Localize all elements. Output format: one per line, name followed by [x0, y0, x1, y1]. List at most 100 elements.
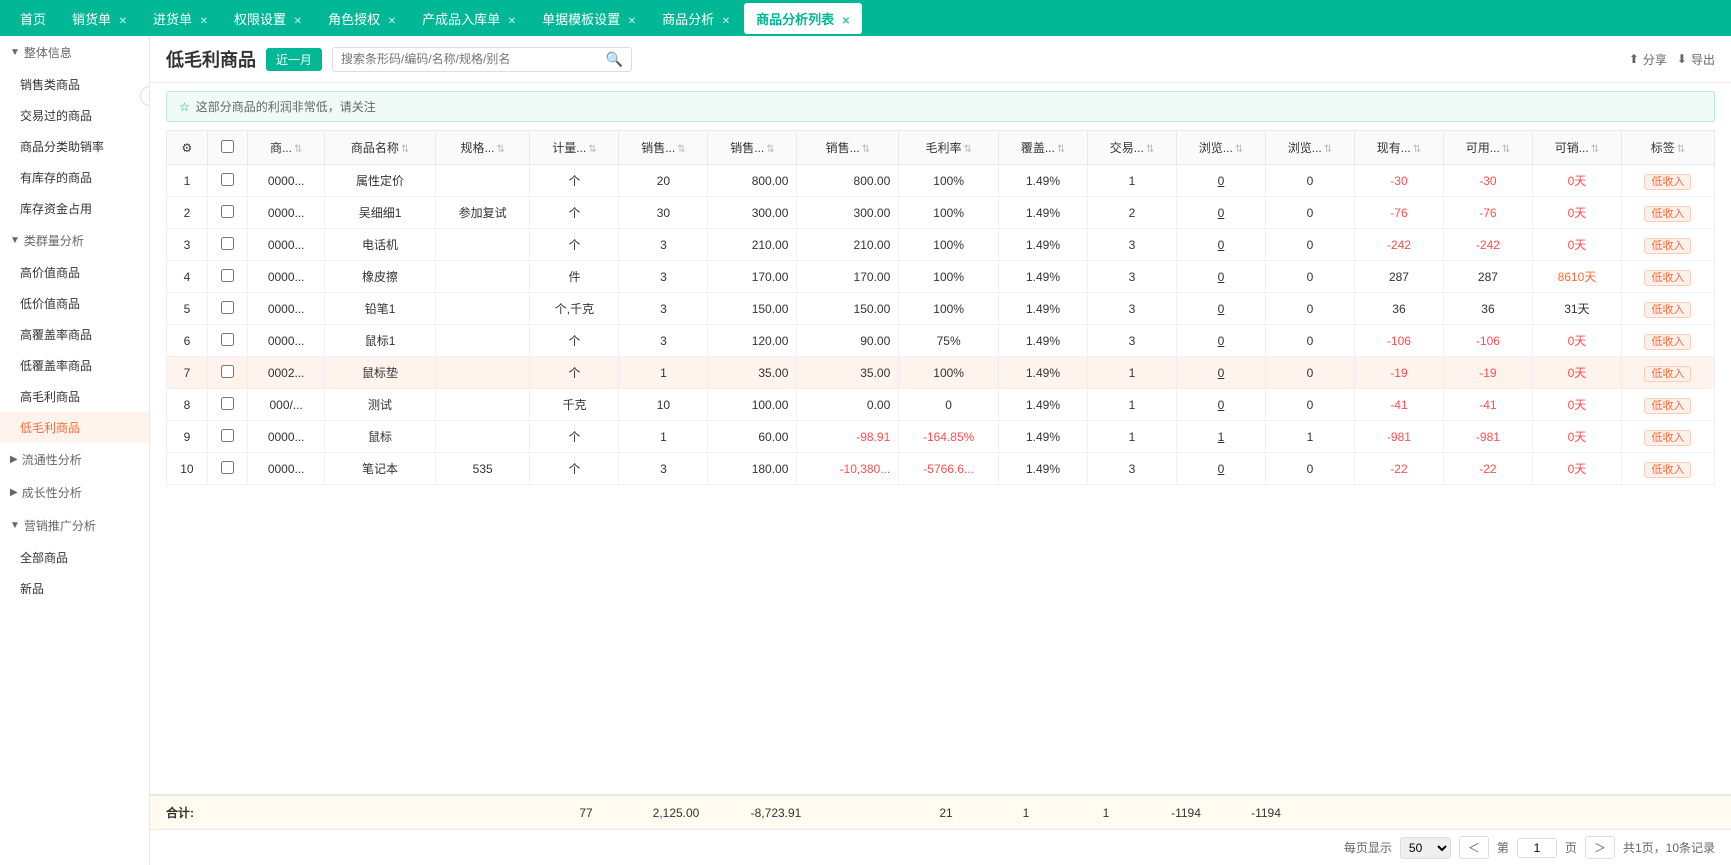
- row-checkbox[interactable]: [207, 293, 247, 325]
- col-settings[interactable]: ⚙: [167, 131, 208, 165]
- row-browse-link[interactable]: 0: [1177, 357, 1266, 389]
- next-page-btn[interactable]: ＞: [1585, 836, 1615, 859]
- sidebar-item-stock-funds[interactable]: 库存资金占用: [0, 193, 149, 224]
- col-qty[interactable]: 销售...⇅: [619, 131, 708, 165]
- row-select-checkbox[interactable]: [221, 301, 234, 314]
- period-button[interactable]: 近一月: [266, 48, 322, 71]
- sidebar-item-all-goods[interactable]: 全部商品: [0, 542, 149, 573]
- sidebar-item-low-margin[interactable]: 低毛利商品: [0, 412, 149, 443]
- sidebar-item-low-value[interactable]: 低价值商品: [0, 288, 149, 319]
- row-browse-link[interactable]: 1: [1177, 421, 1266, 453]
- sidebar-section-overall[interactable]: ▼ 整体信息: [0, 36, 149, 69]
- row-browse-link[interactable]: 0: [1177, 293, 1266, 325]
- row-browse-link[interactable]: 0: [1177, 197, 1266, 229]
- col-checkbox[interactable]: [207, 131, 247, 165]
- row-checkbox[interactable]: [207, 453, 247, 485]
- row-select-checkbox[interactable]: [221, 269, 234, 282]
- nav-product-analysis[interactable]: 商品分析 ✕: [650, 3, 742, 34]
- row-browse-link[interactable]: 0: [1177, 261, 1266, 293]
- total-qty: 77: [546, 806, 626, 820]
- close-icon[interactable]: ✕: [842, 16, 850, 27]
- col-price[interactable]: 销售...⇅: [708, 131, 797, 165]
- sidebar-item-new-goods[interactable]: 新品: [0, 573, 149, 604]
- row-browse-link[interactable]: 0: [1177, 229, 1266, 261]
- table-container[interactable]: ⚙ 商...⇅ 商品名称⇅ 规格...⇅ 计量...⇅ 销售...⇅ 销售...…: [150, 130, 1731, 794]
- close-icon[interactable]: ✕: [628, 16, 636, 27]
- row-browse-link[interactable]: 0: [1177, 325, 1266, 357]
- col-coverage[interactable]: 覆盖...⇅: [999, 131, 1088, 165]
- share-button[interactable]: ⬆ 分享: [1629, 51, 1667, 68]
- page-input[interactable]: [1517, 838, 1557, 858]
- sidebar-item-sales-goods[interactable]: 销售类商品: [0, 69, 149, 100]
- sidebar-section-cluster[interactable]: ▼ 类群量分析: [0, 224, 149, 257]
- row-select-checkbox[interactable]: [221, 397, 234, 410]
- col-margin[interactable]: 毛利率⇅: [899, 131, 999, 165]
- row-checkbox[interactable]: [207, 325, 247, 357]
- col-unit[interactable]: 计量...⇅: [530, 131, 619, 165]
- nav-template-settings[interactable]: 单据模板设置 ✕: [530, 3, 648, 34]
- sidebar-item-low-coverage[interactable]: 低覆盖率商品: [0, 350, 149, 381]
- export-button[interactable]: ⬇ 导出: [1677, 51, 1715, 68]
- row-profit: 100%: [899, 165, 999, 197]
- col-sellable[interactable]: 可销...⇅: [1532, 131, 1621, 165]
- sidebar-section-marketing[interactable]: ▼ 营销推广分析: [0, 509, 149, 542]
- search-icon[interactable]: 🔍: [606, 51, 623, 68]
- sidebar-section-circulation[interactable]: ▶ 流通性分析: [0, 443, 149, 476]
- row-checkbox[interactable]: [207, 165, 247, 197]
- nav-permissions[interactable]: 权限设置 ✕: [222, 3, 314, 34]
- row-browse-link[interactable]: 0: [1177, 389, 1266, 421]
- nav-role-auth[interactable]: 角色授权 ✕: [316, 3, 408, 34]
- chevron-right-icon: ▶: [10, 454, 18, 465]
- row-name: 橡皮擦: [325, 261, 436, 293]
- nav-sales-order[interactable]: 销货单 ✕: [60, 3, 139, 34]
- col-tag[interactable]: 标签⇅: [1621, 131, 1714, 165]
- sidebar-item-high-value[interactable]: 高价值商品: [0, 257, 149, 288]
- row-checkbox[interactable]: [207, 229, 247, 261]
- col-browse[interactable]: 浏览...⇅: [1265, 131, 1354, 165]
- nav-product-entry[interactable]: 产成品入库单 ✕: [410, 3, 528, 34]
- col-code[interactable]: 商...⇅: [248, 131, 325, 165]
- search-input[interactable]: [341, 52, 606, 66]
- close-icon[interactable]: ✕: [722, 16, 730, 27]
- sidebar-item-category-sales-rate[interactable]: 商品分类助销率: [0, 131, 149, 162]
- row-checkbox[interactable]: [207, 197, 247, 229]
- col-spec[interactable]: 规格...⇅: [435, 131, 530, 165]
- col-browse-link[interactable]: 浏览...⇅: [1177, 131, 1266, 165]
- col-name[interactable]: 商品名称⇅: [325, 131, 436, 165]
- prev-page-btn[interactable]: ＜: [1459, 836, 1489, 859]
- nav-home[interactable]: 首页: [8, 3, 58, 34]
- sidebar-item-traded-goods[interactable]: 交易过的商品: [0, 100, 149, 131]
- close-icon[interactable]: ✕: [388, 16, 396, 27]
- page-size-select[interactable]: 50 100 200: [1400, 837, 1451, 859]
- table-row: 5 0000... 铅笔1 个,千克 3 150.00 150.00 100% …: [167, 293, 1715, 325]
- row-select-checkbox[interactable]: [221, 461, 234, 474]
- close-icon[interactable]: ✕: [200, 16, 208, 27]
- col-sales[interactable]: 销售...⇅: [797, 131, 899, 165]
- row-browse-link[interactable]: 0: [1177, 165, 1266, 197]
- sidebar-item-in-stock-goods[interactable]: 有库存的商品: [0, 162, 149, 193]
- row-no: 8: [167, 389, 208, 421]
- row-select-checkbox[interactable]: [221, 173, 234, 186]
- row-select-checkbox[interactable]: [221, 237, 234, 250]
- row-checkbox[interactable]: [207, 389, 247, 421]
- row-select-checkbox[interactable]: [221, 365, 234, 378]
- col-transaction[interactable]: 交易...⇅: [1088, 131, 1177, 165]
- sidebar-item-high-coverage[interactable]: 高覆盖率商品: [0, 319, 149, 350]
- close-icon[interactable]: ✕: [508, 16, 516, 27]
- row-checkbox[interactable]: [207, 261, 247, 293]
- col-stock[interactable]: 现有...⇅: [1354, 131, 1443, 165]
- row-checkbox[interactable]: [207, 421, 247, 453]
- col-available[interactable]: 可用...⇅: [1443, 131, 1532, 165]
- close-icon[interactable]: ✕: [119, 16, 127, 27]
- row-browse-link[interactable]: 0: [1177, 453, 1266, 485]
- select-all-checkbox[interactable]: [221, 140, 234, 153]
- row-select-checkbox[interactable]: [221, 205, 234, 218]
- close-icon[interactable]: ✕: [294, 16, 302, 27]
- row-select-checkbox[interactable]: [221, 333, 234, 346]
- sidebar-item-high-margin[interactable]: 高毛利商品: [0, 381, 149, 412]
- sidebar-section-growth[interactable]: ▶ 成长性分析: [0, 476, 149, 509]
- row-checkbox[interactable]: [207, 357, 247, 389]
- nav-product-analysis-list[interactable]: 商品分析列表 ✕: [744, 3, 862, 34]
- row-select-checkbox[interactable]: [221, 429, 234, 442]
- nav-purchase-order[interactable]: 进货单 ✕: [141, 3, 220, 34]
